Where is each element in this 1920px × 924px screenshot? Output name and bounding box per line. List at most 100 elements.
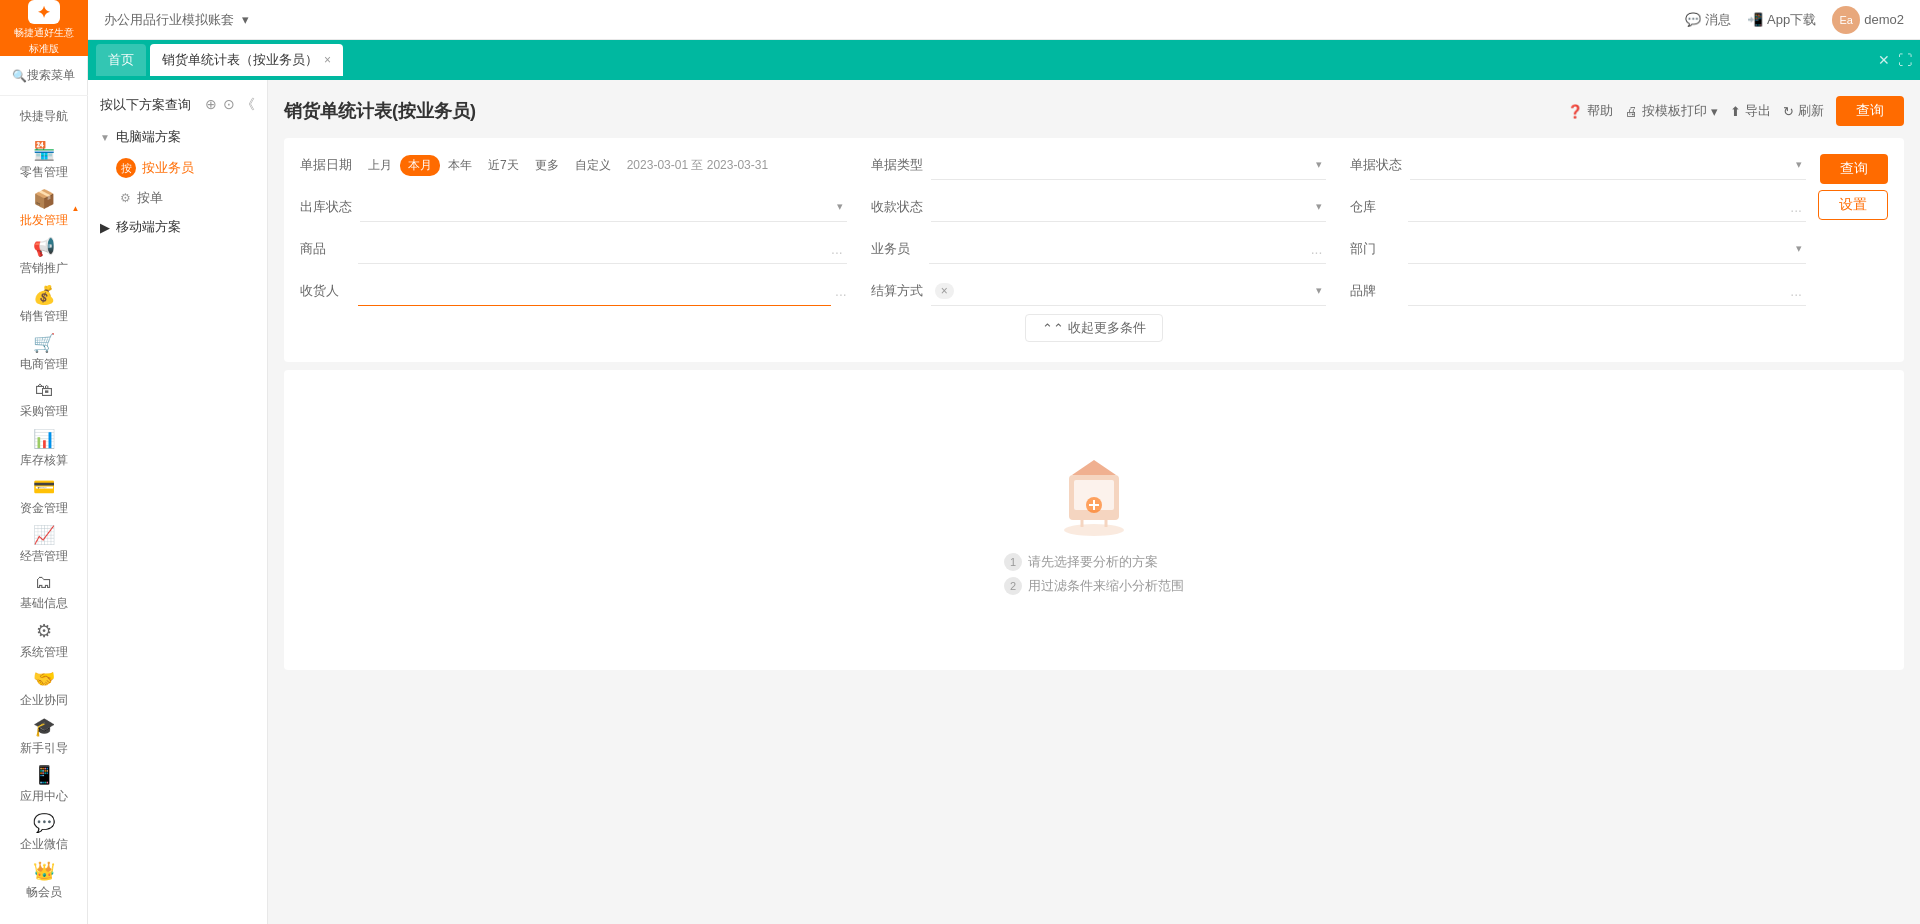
set-btn-side[interactable]: 设置 bbox=[1818, 190, 1888, 220]
date-btn-more[interactable]: 更多 bbox=[527, 155, 567, 176]
filter-date: 单据日期 上月 本月 本年 近7天 更多 自定义 2023-03-01 至 20… bbox=[300, 155, 847, 176]
query-button[interactable]: 查询 bbox=[1836, 96, 1904, 126]
help-btn[interactable]: ❓ 帮助 bbox=[1567, 102, 1613, 120]
filter-action-buttons: 查询 设置 bbox=[1806, 150, 1888, 220]
user-avatar: Ea bbox=[1832, 6, 1860, 34]
wholesale-icon: 📦 bbox=[33, 188, 55, 210]
query-btn-side[interactable]: 查询 bbox=[1820, 154, 1888, 184]
goods-select[interactable]: ... bbox=[358, 234, 847, 264]
date-btn-last-month[interactable]: 上月 bbox=[360, 155, 400, 176]
sidebar-item-basic[interactable]: 🗂 基础信息 bbox=[0, 568, 88, 616]
consignee-label: 收货人 bbox=[300, 282, 350, 300]
close-window-icon[interactable]: ✕ bbox=[1878, 52, 1890, 68]
dropdown-icon[interactable]: ▾ bbox=[242, 12, 249, 27]
purchase-icon: 🛍 bbox=[35, 380, 53, 401]
scheme-item-by-salesperson[interactable]: 按 按业务员 bbox=[88, 152, 267, 184]
sidebar-item-label: 销售管理 bbox=[20, 308, 68, 325]
filter-warehouse: 仓库 ... bbox=[1350, 192, 1806, 222]
sidebar-item-inventory[interactable]: 📊 库存核算 bbox=[0, 424, 88, 472]
tab-sales-stats[interactable]: 销货单统计表（按业务员） × bbox=[150, 44, 343, 76]
tab-home[interactable]: 首页 bbox=[96, 44, 146, 76]
sidebar-item-operations[interactable]: 📈 经营管理 bbox=[0, 520, 88, 568]
consignee-input[interactable] bbox=[358, 276, 831, 306]
date-btn-custom[interactable]: 自定义 bbox=[567, 155, 619, 176]
goods-dots[interactable]: ... bbox=[831, 241, 843, 257]
operations-icon: 📈 bbox=[33, 524, 55, 546]
collapse-btn[interactable]: ⌃⌃ 收起更多条件 bbox=[1025, 314, 1163, 342]
scheme-group-pc[interactable]: ▼ 电脑端方案 bbox=[88, 122, 267, 152]
search-menu-btn[interactable]: 🔍 搜索菜单 bbox=[0, 56, 88, 96]
refresh-btn[interactable]: ↻ 刷新 bbox=[1783, 102, 1824, 120]
sidebar-item-finance[interactable]: 💳 资金管理 bbox=[0, 472, 88, 520]
date-range: 2023-03-01 至 2023-03-31 bbox=[627, 157, 768, 174]
payment-status-select[interactable]: ▾ bbox=[931, 192, 1327, 222]
sidebar-item-label: 系统管理 bbox=[20, 644, 68, 661]
sidebar-item-label: 畅会员 bbox=[26, 884, 62, 901]
page-actions: ❓ 帮助 🖨 按模板打印 ▾ ⬆ 导出 ↻ 刷新 bbox=[1567, 96, 1904, 126]
warehouse-select[interactable]: ... bbox=[1408, 192, 1806, 222]
doc-status-select[interactable]: ▾ bbox=[1410, 150, 1806, 180]
message-btn[interactable]: 💬 消息 bbox=[1685, 11, 1731, 29]
filter-department: 部门 ▾ bbox=[1350, 234, 1806, 264]
maximize-icon[interactable]: ⛶ bbox=[1898, 52, 1912, 68]
add-scheme-icon[interactable]: ⊕ bbox=[205, 96, 217, 114]
sidebar-item-marketing[interactable]: 📢 营销推广 bbox=[0, 232, 88, 280]
filter-row-1: 单据日期 上月 本月 本年 近7天 更多 自定义 2023-03-01 至 20… bbox=[300, 150, 1806, 180]
sidebar-item-system[interactable]: ⚙ 系统管理 bbox=[0, 616, 88, 664]
scheme-group-mobile[interactable]: ▶ 移动端方案 bbox=[88, 212, 267, 242]
sidebar-item-enterprise[interactable]: 🤝 企业协同 bbox=[0, 664, 88, 712]
out-status-select[interactable]: ▾ bbox=[360, 192, 847, 222]
sidebar-item-label: 新手引导 bbox=[20, 740, 68, 757]
filter-doc-status: 单据状态 ▾ bbox=[1350, 150, 1806, 180]
filter-row-4: 收货人 ... 结算方式 × ▾ bbox=[300, 276, 1806, 306]
salesperson-select[interactable]: ... bbox=[929, 234, 1327, 264]
sidebar-item-appstore[interactable]: 📱 应用中心 bbox=[0, 760, 88, 808]
collapse-bar: ⌃⌃ 收起更多条件 bbox=[300, 306, 1888, 350]
settlement-tag-close-icon[interactable]: × bbox=[941, 284, 948, 298]
tab-sales-stats-label: 销货单统计表（按业务员） bbox=[162, 51, 318, 69]
department-select[interactable]: ▾ bbox=[1408, 234, 1806, 264]
sidebar-item-label: 电商管理 bbox=[20, 356, 68, 373]
date-btn-this-month[interactable]: 本月 bbox=[400, 155, 440, 176]
date-btn-7days[interactable]: 近7天 bbox=[480, 155, 527, 176]
sidebar-item-wechat[interactable]: 💬 企业微信 bbox=[0, 808, 88, 856]
quick-nav-btn[interactable]: 快捷导航 bbox=[0, 96, 88, 136]
sidebar-item-wholesale[interactable]: 📦 批发管理 bbox=[0, 184, 88, 232]
collapse-scheme-icon[interactable]: 《 bbox=[241, 96, 255, 114]
scheme-item-by-order[interactable]: ⚙ 按单 bbox=[88, 184, 267, 212]
doc-type-label: 单据类型 bbox=[871, 156, 923, 174]
scheme-group-pc-label: 电脑端方案 bbox=[116, 128, 181, 146]
app-download-btn[interactable]: 📲 App下载 bbox=[1747, 11, 1816, 29]
date-label: 单据日期 bbox=[300, 156, 352, 174]
expand-arrow-icon: ▼ bbox=[100, 132, 110, 143]
scheme-group-mobile-label: 移动端方案 bbox=[116, 218, 181, 236]
salesperson-dots[interactable]: ... bbox=[1311, 241, 1323, 257]
template-print-btn[interactable]: 🖨 按模板打印 ▾ bbox=[1625, 102, 1718, 120]
download-icon: 📲 bbox=[1747, 12, 1763, 27]
consignee-dots[interactable]: ... bbox=[835, 283, 847, 299]
settings-scheme-icon[interactable]: ⊙ bbox=[223, 96, 235, 114]
sidebar-item-ecommerce[interactable]: 🛒 电商管理 bbox=[0, 328, 88, 376]
sidebar-item-label: 资金管理 bbox=[20, 500, 68, 517]
sidebar-item-retail[interactable]: 🏪 零售管理 bbox=[0, 136, 88, 184]
doc-status-label: 单据状态 bbox=[1350, 156, 1402, 174]
warehouse-dots[interactable]: ... bbox=[1790, 199, 1802, 215]
sidebar-item-label: 批发管理 bbox=[20, 212, 68, 229]
collapse-arrow-icon: ⌃⌃ bbox=[1042, 321, 1064, 336]
date-btn-this-year[interactable]: 本年 bbox=[440, 155, 480, 176]
empty-tip-2: 2 用过滤条件来缩小分析范围 bbox=[1004, 577, 1184, 595]
logo-text: 畅捷通好生意 bbox=[14, 26, 74, 40]
settlement-select[interactable]: × ▾ bbox=[931, 276, 1327, 306]
sidebar-item-member[interactable]: 👑 畅会员 bbox=[0, 856, 88, 904]
scheme-badge: 按 bbox=[116, 158, 136, 178]
doc-type-select[interactable]: ▾ bbox=[931, 150, 1327, 180]
brand-dots[interactable]: ... bbox=[1790, 283, 1802, 299]
sidebar-item-newbie[interactable]: 🎓 新手引导 bbox=[0, 712, 88, 760]
user-profile-btn[interactable]: Ea demo2 bbox=[1832, 6, 1904, 34]
export-btn[interactable]: ⬆ 导出 bbox=[1730, 102, 1771, 120]
tip-num-2: 2 bbox=[1004, 577, 1022, 595]
sidebar-item-sales[interactable]: 💰 销售管理 bbox=[0, 280, 88, 328]
tab-close-icon[interactable]: × bbox=[324, 53, 331, 67]
brand-select[interactable]: ... bbox=[1408, 276, 1806, 306]
sidebar-item-purchase[interactable]: 🛍 采购管理 bbox=[0, 376, 88, 424]
